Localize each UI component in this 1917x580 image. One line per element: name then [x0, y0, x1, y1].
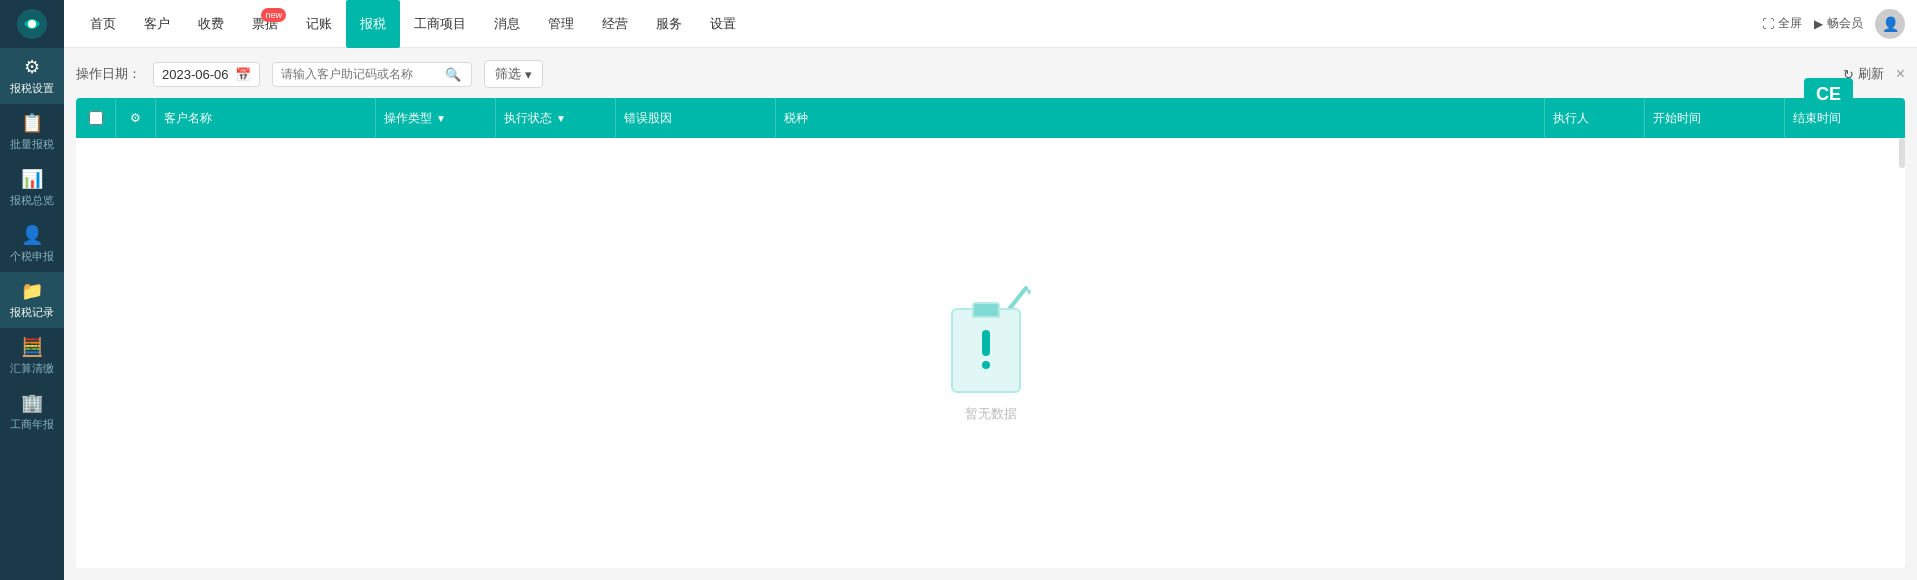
sidebar-label: 批量报税	[10, 137, 54, 152]
filter-icon: ▼	[556, 113, 566, 124]
sidebar-item-piliang-baoshui[interactable]: 📋 批量报税	[0, 104, 64, 160]
topnav-guanli[interactable]: 管理	[534, 0, 588, 48]
search-icon: 🔍	[445, 67, 461, 82]
topnav-right: ⛶ 全屏 ▶ 畅会员 👤	[1762, 9, 1905, 39]
topnav-shezhi[interactable]: 设置	[696, 0, 750, 48]
th-executor: 执行人	[1545, 98, 1645, 138]
sidebar-logo	[0, 0, 64, 48]
filter-button[interactable]: 筛选 ▾	[484, 60, 543, 88]
avatar[interactable]: 👤	[1875, 9, 1905, 39]
search-box[interactable]: 🔍	[272, 62, 472, 87]
th-tax-type: 税种	[776, 98, 1545, 138]
sidebar-item-baoshui-shezhi[interactable]: ⚙ 报税设置	[0, 48, 64, 104]
person-icon: 👤	[21, 224, 43, 246]
sidebar-item-geshui-shenbao[interactable]: 👤 个税申报	[0, 216, 64, 272]
calendar-icon: 📅	[235, 67, 251, 82]
toolbar: 操作日期： 2023-06-06 📅 🔍 筛选 ▾ ↻ 刷新 ×	[76, 60, 1905, 88]
clipboard-body	[951, 308, 1021, 393]
video-icon: ▶	[1814, 17, 1823, 31]
sidebar-label: 汇算清缴	[10, 361, 54, 376]
svg-marker-3	[1026, 288, 1031, 295]
table-container: ⚙ 客户名称 操作类型 ▼ 执行状态 ▼ 错误股因 税种	[76, 98, 1905, 568]
topnav-jingying[interactable]: 经营	[588, 0, 642, 48]
chevron-down-icon: ▾	[525, 67, 532, 82]
building-icon: 🏢	[21, 392, 43, 414]
new-badge: new	[261, 8, 286, 22]
sidebar-item-huisuan-jiaona[interactable]: 🧮 汇算清缴	[0, 328, 64, 384]
topnav: 首页 客户 收费 票据 new 记账 报税 工商项目 消息	[64, 0, 1917, 48]
empty-text: 暂无数据	[965, 405, 1017, 423]
batch-icon: 📋	[21, 112, 43, 134]
sidebar-label: 报税总览	[10, 193, 54, 208]
empty-state: 暂无数据	[941, 283, 1041, 423]
sidebar-label: 个税申报	[10, 249, 54, 264]
sidebar-item-baoshui-zonglian[interactable]: 📊 报税总览	[0, 160, 64, 216]
gear-icon: ⚙	[24, 56, 40, 78]
date-label: 操作日期：	[76, 65, 141, 83]
th-op-type[interactable]: 操作类型 ▼	[376, 98, 496, 138]
topnav-home[interactable]: 首页	[76, 0, 130, 48]
filter-icon: ▼	[436, 113, 446, 124]
topnav-piao[interactable]: 票据 new	[238, 0, 292, 48]
th-exec-status[interactable]: 执行状态 ▼	[496, 98, 616, 138]
search-input[interactable]	[281, 67, 441, 81]
close-button[interactable]: ×	[1896, 65, 1905, 83]
svg-point-1	[28, 20, 36, 28]
sidebar-label: 报税记录	[10, 305, 54, 320]
th-customer-name: 客户名称	[156, 98, 376, 138]
sidebar-label: 报税设置	[10, 81, 54, 96]
ce-badge: CE	[1804, 78, 1853, 111]
th-start-time: 开始时间	[1645, 98, 1785, 138]
topnav-customer[interactable]: 客户	[130, 0, 184, 48]
topnav-gongshang[interactable]: 工商项目	[400, 0, 480, 48]
date-value: 2023-06-06	[162, 67, 229, 82]
table-header: ⚙ 客户名称 操作类型 ▼ 执行状态 ▼ 错误股因 税种	[76, 98, 1905, 138]
content-area: 操作日期： 2023-06-06 📅 🔍 筛选 ▾ ↻ 刷新 ×	[64, 48, 1917, 580]
topnav-fuwu[interactable]: 服务	[642, 0, 696, 48]
overview-icon: 📊	[21, 168, 43, 190]
sidebar-item-gongshang-nianbao[interactable]: 🏢 工商年报	[0, 384, 64, 440]
topnav-jizhang[interactable]: 记账	[292, 0, 346, 48]
member-button[interactable]: ▶ 畅会员	[1814, 15, 1863, 32]
calc-icon: 🧮	[21, 336, 43, 358]
filter-label: 筛选	[495, 65, 521, 83]
sidebar-label: 工商年报	[10, 417, 54, 432]
main-area: 首页 客户 收费 票据 new 记账 报税 工商项目 消息	[64, 0, 1917, 580]
fullscreen-button[interactable]: ⛶ 全屏	[1762, 15, 1802, 32]
select-all-checkbox[interactable]	[89, 111, 103, 125]
th-error-reason: 错误股因	[616, 98, 776, 138]
th-checkbox[interactable]	[76, 98, 116, 138]
topnav-baoshui[interactable]: 报税	[346, 0, 400, 48]
settings-icon: ⚙	[130, 111, 141, 125]
date-input[interactable]: 2023-06-06 📅	[153, 62, 260, 87]
sidebar-item-baoshui-jilu[interactable]: 📁 报税记录	[0, 272, 64, 328]
topnav-shoufei[interactable]: 收费	[184, 0, 238, 48]
record-icon: 📁	[21, 280, 43, 302]
avatar-initials: 👤	[1882, 16, 1899, 32]
empty-illustration	[941, 283, 1041, 393]
sidebar: ⚙ 报税设置 📋 批量报税 📊 报税总览 👤 个税申报 📁 报税记录 🧮 汇算清…	[0, 0, 64, 580]
topnav-items: 首页 客户 收费 票据 new 记账 报税 工商项目 消息	[76, 0, 1762, 48]
fullscreen-icon: ⛶	[1762, 17, 1774, 31]
th-settings[interactable]: ⚙	[116, 98, 156, 138]
table-body: 暂无数据	[76, 138, 1905, 568]
table-scrollbar[interactable]	[1899, 138, 1905, 168]
topnav-xiaoxi[interactable]: 消息	[480, 0, 534, 48]
